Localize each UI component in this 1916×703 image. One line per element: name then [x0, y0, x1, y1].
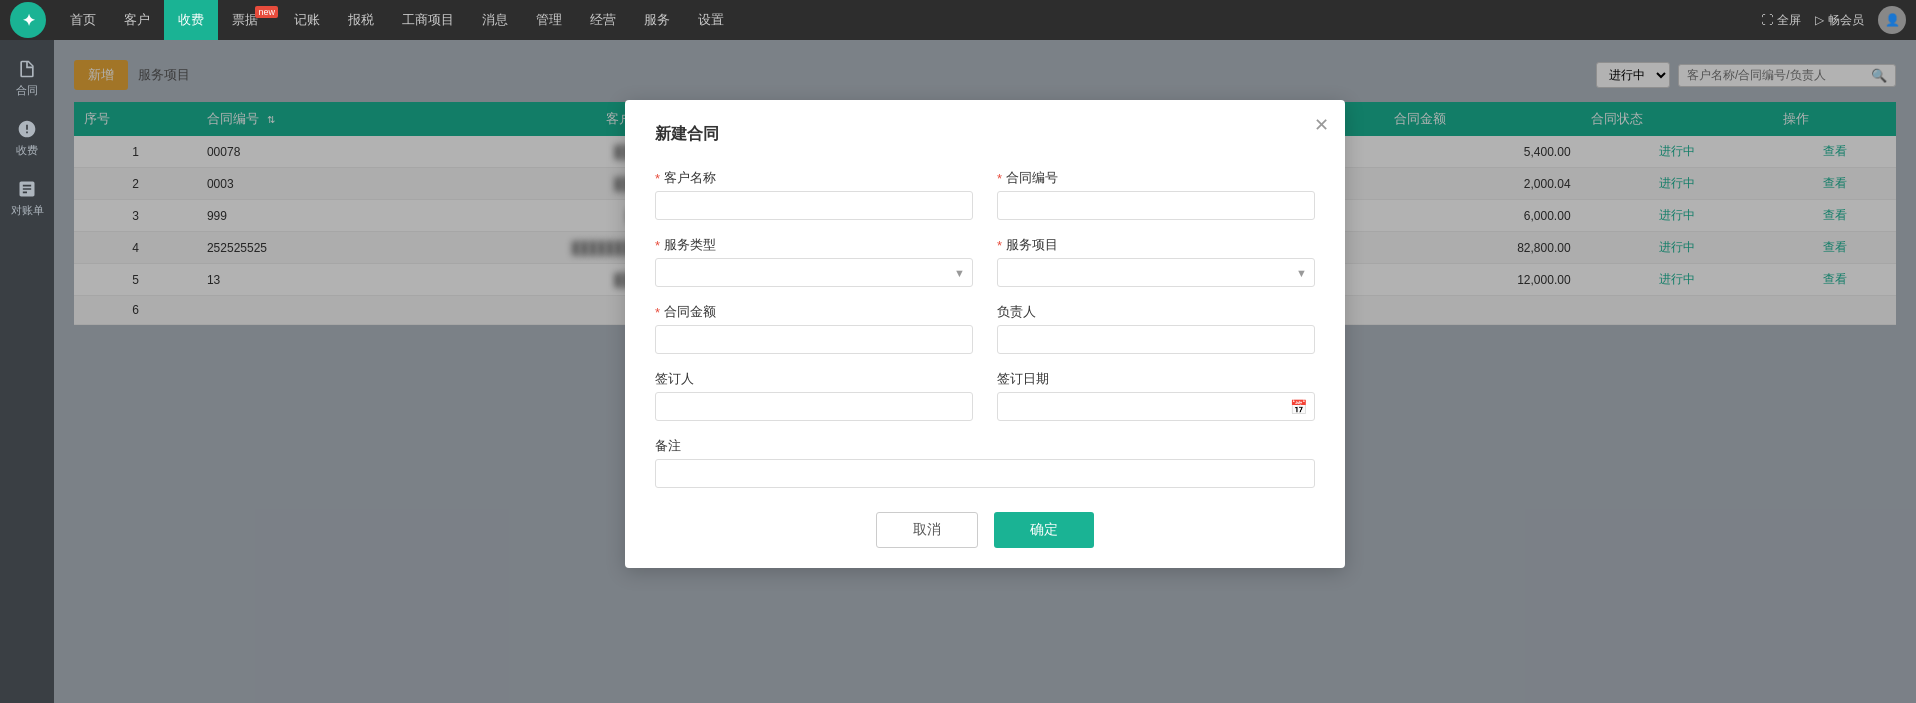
top-navigation: ✦ 首页 客户 收费 票据 new 记账 报税 工商项目 消息 管理 经营 服务…: [0, 0, 1916, 40]
nav-settings[interactable]: 设置: [684, 0, 738, 40]
responsible-input[interactable]: [997, 325, 1315, 354]
nav-message[interactable]: 消息: [468, 0, 522, 40]
sidebar-item-contract[interactable]: 合同: [0, 50, 54, 106]
field-signer: 签订人: [655, 370, 973, 421]
modal-footer: 取消 确定: [655, 512, 1315, 548]
app-logo: ✦: [10, 2, 46, 38]
nav-home[interactable]: 首页: [56, 0, 110, 40]
field-service-item: * 服务项目 ▼: [997, 236, 1315, 287]
form-grid: * 客户名称 * 合同编号: [655, 169, 1315, 488]
sign-date-input[interactable]: 2023-06-06: [997, 392, 1315, 421]
field-contract-amount: * 合同金额 0.00: [655, 303, 973, 354]
modal-title: 新建合同: [655, 124, 1315, 145]
service-type-select-wrap: ▼: [655, 258, 973, 287]
contract-amount-input[interactable]: 0.00: [655, 325, 973, 354]
customer-name-input[interactable]: [655, 191, 973, 220]
contract-no-input[interactable]: [997, 191, 1315, 220]
nav-bookkeeping[interactable]: 记账: [280, 0, 334, 40]
sidebar-label-fee: 收费: [16, 143, 38, 158]
sidebar-label-contract: 合同: [16, 83, 38, 98]
field-customer-name: * 客户名称: [655, 169, 973, 220]
field-service-type: * 服务类型 ▼: [655, 236, 973, 287]
member-button[interactable]: ▷ 畅会员: [1815, 12, 1864, 29]
contract-icon: [16, 58, 38, 80]
field-sign-date: 签订日期 2023-06-06 📅: [997, 370, 1315, 421]
nav-business[interactable]: 工商项目: [388, 0, 468, 40]
content-area: 新增 服务项目 进行中 已完成 已终止 🔍 序号 合同编号 ⇅: [54, 40, 1916, 703]
nav-invoice[interactable]: 票据 new: [218, 0, 280, 40]
sidebar-label-statement: 对账单: [11, 203, 44, 218]
service-item-select[interactable]: [997, 258, 1315, 287]
field-contract-no: * 合同编号: [997, 169, 1315, 220]
service-item-select-wrap: ▼: [997, 258, 1315, 287]
fullscreen-icon: ⛶: [1761, 13, 1773, 27]
nav-tax[interactable]: 报税: [334, 0, 388, 40]
service-type-select[interactable]: [655, 258, 973, 287]
nav-operation[interactable]: 经营: [576, 0, 630, 40]
nav-service[interactable]: 服务: [630, 0, 684, 40]
statement-icon: [16, 178, 38, 200]
modal-close-button[interactable]: ✕: [1314, 114, 1329, 136]
nav-customer[interactable]: 客户: [110, 0, 164, 40]
nav-manage[interactable]: 管理: [522, 0, 576, 40]
nav-right-area: ⛶ 全屏 ▷ 畅会员 👤: [1761, 6, 1906, 34]
field-remarks: 备注: [655, 437, 1315, 488]
new-badge: new: [255, 6, 278, 18]
modal-overlay: ✕ 新建合同 * 客户名称 * 合同: [54, 40, 1916, 703]
new-contract-modal: ✕ 新建合同 * 客户名称 * 合同: [625, 100, 1345, 568]
cancel-button[interactable]: 取消: [876, 512, 978, 548]
fee-icon: [16, 118, 38, 140]
fullscreen-button[interactable]: ⛶ 全屏: [1761, 12, 1801, 29]
nav-fee[interactable]: 收费: [164, 0, 218, 40]
sidebar-item-statement[interactable]: 对账单: [0, 170, 54, 226]
signer-input[interactable]: [655, 392, 973, 421]
field-responsible: 负责人: [997, 303, 1315, 354]
member-icon: ▷: [1815, 13, 1824, 27]
sidebar: 合同 收费 对账单: [0, 40, 54, 703]
confirm-button[interactable]: 确定: [994, 512, 1094, 548]
avatar[interactable]: 👤: [1878, 6, 1906, 34]
remarks-input[interactable]: [655, 459, 1315, 488]
main-layout: 合同 收费 对账单 新增 服务项目 进行中 已完成 已终止: [0, 40, 1916, 703]
sidebar-item-fee[interactable]: 收费: [0, 110, 54, 166]
avatar-icon: 👤: [1885, 13, 1900, 27]
nav-menu: 首页 客户 收费 票据 new 记账 报税 工商项目 消息 管理 经营 服务 设…: [56, 0, 738, 40]
sign-date-wrap: 2023-06-06 📅: [997, 392, 1315, 421]
